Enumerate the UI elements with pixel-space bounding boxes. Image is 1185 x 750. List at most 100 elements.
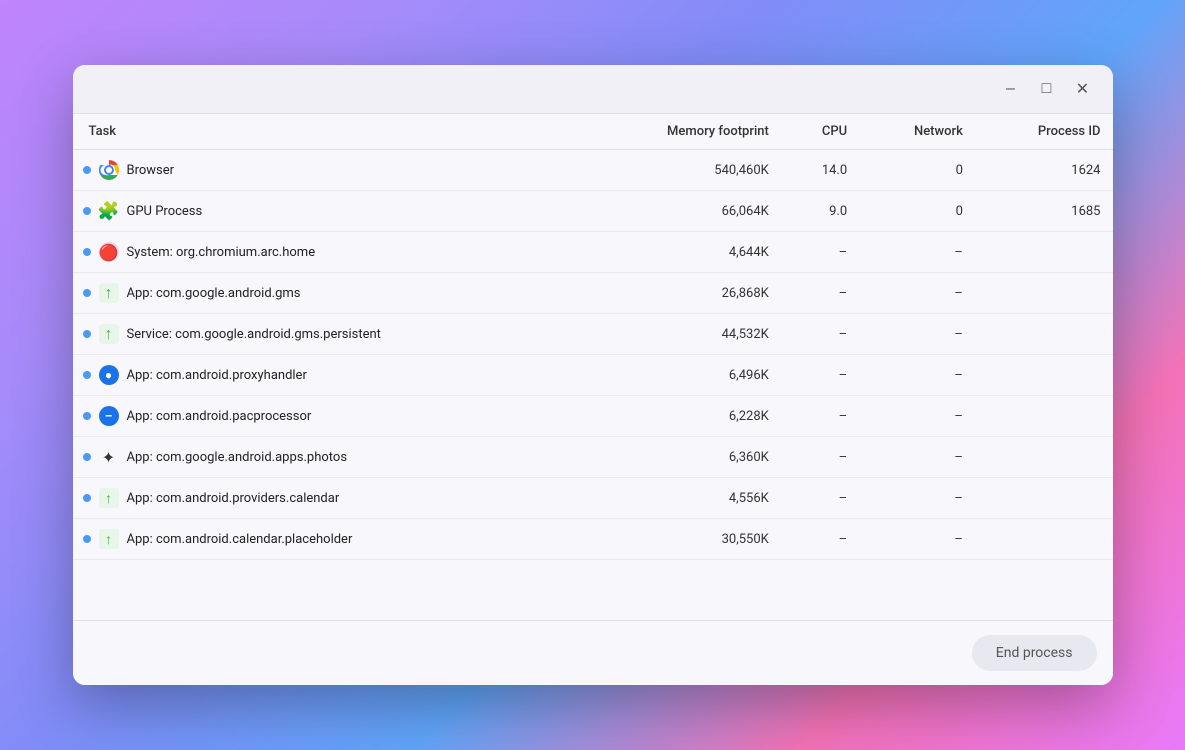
task-cell: ✦ App: com.google.android.apps.photos <box>73 437 582 478</box>
col-cpu[interactable]: CPU <box>781 114 859 150</box>
task-manager-window: – □ ✕ Task Memory footprint CPU Network … <box>73 65 1113 685</box>
task-icon-chrome <box>99 160 119 180</box>
task-cell: ↑ Service: com.google.android.gms.persis… <box>73 314 582 355</box>
table-row[interactable]: 🧩 GPU Process 66,064K9.001685 <box>73 191 1113 232</box>
table-header-row: Task Memory footprint CPU Network Proces… <box>73 114 1113 150</box>
cpu-cell: 14.0 <box>781 150 859 191</box>
pid-cell <box>975 519 1113 560</box>
memory-cell: 4,556K <box>581 478 781 519</box>
task-icon-proxy: ● <box>99 365 119 385</box>
cpu-cell: – <box>781 314 859 355</box>
maximize-icon: □ <box>1042 80 1052 98</box>
memory-cell: 6,496K <box>581 355 781 396</box>
table-row[interactable]: ● App: com.android.proxyhandler 6,496K–– <box>73 355 1113 396</box>
task-name: App: com.android.calendar.placeholder <box>127 532 353 547</box>
col-pid[interactable]: Process ID <box>975 114 1113 150</box>
window-footer: End process <box>73 620 1113 685</box>
status-dot <box>83 371 91 379</box>
task-icon-gms: ↑ <box>99 324 119 344</box>
pid-cell <box>975 314 1113 355</box>
table-row[interactable]: ↑ Service: com.google.android.gms.persis… <box>73 314 1113 355</box>
task-name: App: com.android.pacprocessor <box>127 409 312 424</box>
window-content: Task Memory footprint CPU Network Proces… <box>73 114 1113 620</box>
task-name: App: com.android.providers.calendar <box>127 491 340 506</box>
close-button[interactable]: ✕ <box>1069 75 1097 103</box>
cpu-cell: 9.0 <box>781 191 859 232</box>
table-row[interactable]: Browser 540,460K14.001624 <box>73 150 1113 191</box>
cpu-cell: – <box>781 355 859 396</box>
memory-cell: 26,868K <box>581 273 781 314</box>
status-dot <box>83 453 91 461</box>
maximize-button[interactable]: □ <box>1033 75 1061 103</box>
pid-cell: 1624 <box>975 150 1113 191</box>
status-dot <box>83 207 91 215</box>
cpu-cell: – <box>781 437 859 478</box>
pid-cell <box>975 273 1113 314</box>
title-bar: – □ ✕ <box>73 65 1113 114</box>
network-cell: – <box>859 519 975 560</box>
status-dot <box>83 289 91 297</box>
network-cell: – <box>859 396 975 437</box>
network-cell: 0 <box>859 150 975 191</box>
status-dot <box>83 330 91 338</box>
pid-cell <box>975 232 1113 273</box>
col-memory[interactable]: Memory footprint <box>581 114 781 150</box>
task-icon-calendar: ↑ <box>99 529 119 549</box>
memory-cell: 4,644K <box>581 232 781 273</box>
memory-cell: 6,360K <box>581 437 781 478</box>
network-cell: – <box>859 232 975 273</box>
task-table-container[interactable]: Task Memory footprint CPU Network Proces… <box>73 114 1113 620</box>
task-table: Task Memory footprint CPU Network Proces… <box>73 114 1113 560</box>
table-row[interactable]: – App: com.android.pacprocessor 6,228K–– <box>73 396 1113 437</box>
end-process-button[interactable]: End process <box>972 635 1097 671</box>
memory-cell: 44,532K <box>581 314 781 355</box>
status-dot <box>83 535 91 543</box>
pid-cell <box>975 478 1113 519</box>
network-cell: – <box>859 478 975 519</box>
task-name: GPU Process <box>127 204 203 219</box>
cpu-cell: – <box>781 519 859 560</box>
network-cell: – <box>859 314 975 355</box>
col-task[interactable]: Task <box>73 114 582 150</box>
task-icon-photos: ✦ <box>99 447 119 467</box>
pid-cell <box>975 396 1113 437</box>
cpu-cell: – <box>781 273 859 314</box>
table-row[interactable]: ✦ App: com.google.android.apps.photos 6,… <box>73 437 1113 478</box>
task-cell: 🧩 GPU Process <box>73 191 582 232</box>
cpu-cell: – <box>781 396 859 437</box>
task-icon-arc: 🔴 <box>99 242 119 262</box>
memory-cell: 66,064K <box>581 191 781 232</box>
status-dot <box>83 166 91 174</box>
cpu-cell: – <box>781 478 859 519</box>
network-cell: – <box>859 355 975 396</box>
status-dot <box>83 412 91 420</box>
table-row[interactable]: ↑ App: com.google.android.gms 26,868K–– <box>73 273 1113 314</box>
task-icon-gms: ↑ <box>99 283 119 303</box>
task-icon-calendar: ↑ <box>99 488 119 508</box>
network-cell: – <box>859 437 975 478</box>
table-row[interactable]: ↑ App: com.android.providers.calendar 4,… <box>73 478 1113 519</box>
task-icon-pac: – <box>99 406 119 426</box>
task-name: Service: com.google.android.gms.persiste… <box>127 327 381 342</box>
task-name: App: com.android.proxyhandler <box>127 368 307 383</box>
task-cell: – App: com.android.pacprocessor <box>73 396 582 437</box>
network-cell: 0 <box>859 191 975 232</box>
memory-cell: 30,550K <box>581 519 781 560</box>
pid-cell: 1685 <box>975 191 1113 232</box>
table-row[interactable]: 🔴 System: org.chromium.arc.home 4,644K–– <box>73 232 1113 273</box>
minimize-icon: – <box>1006 80 1015 98</box>
task-cell: ● App: com.android.proxyhandler <box>73 355 582 396</box>
table-row[interactable]: ↑ App: com.android.calendar.placeholder … <box>73 519 1113 560</box>
pid-cell <box>975 437 1113 478</box>
memory-cell: 540,460K <box>581 150 781 191</box>
task-name: System: org.chromium.arc.home <box>127 245 316 260</box>
col-network[interactable]: Network <box>859 114 975 150</box>
task-icon-puzzle: 🧩 <box>99 201 119 221</box>
minimize-button[interactable]: – <box>997 75 1025 103</box>
cpu-cell: – <box>781 232 859 273</box>
task-name: Browser <box>127 163 175 178</box>
task-name: App: com.google.android.gms <box>127 286 301 301</box>
network-cell: – <box>859 273 975 314</box>
status-dot <box>83 248 91 256</box>
task-cell: Browser <box>73 150 582 191</box>
